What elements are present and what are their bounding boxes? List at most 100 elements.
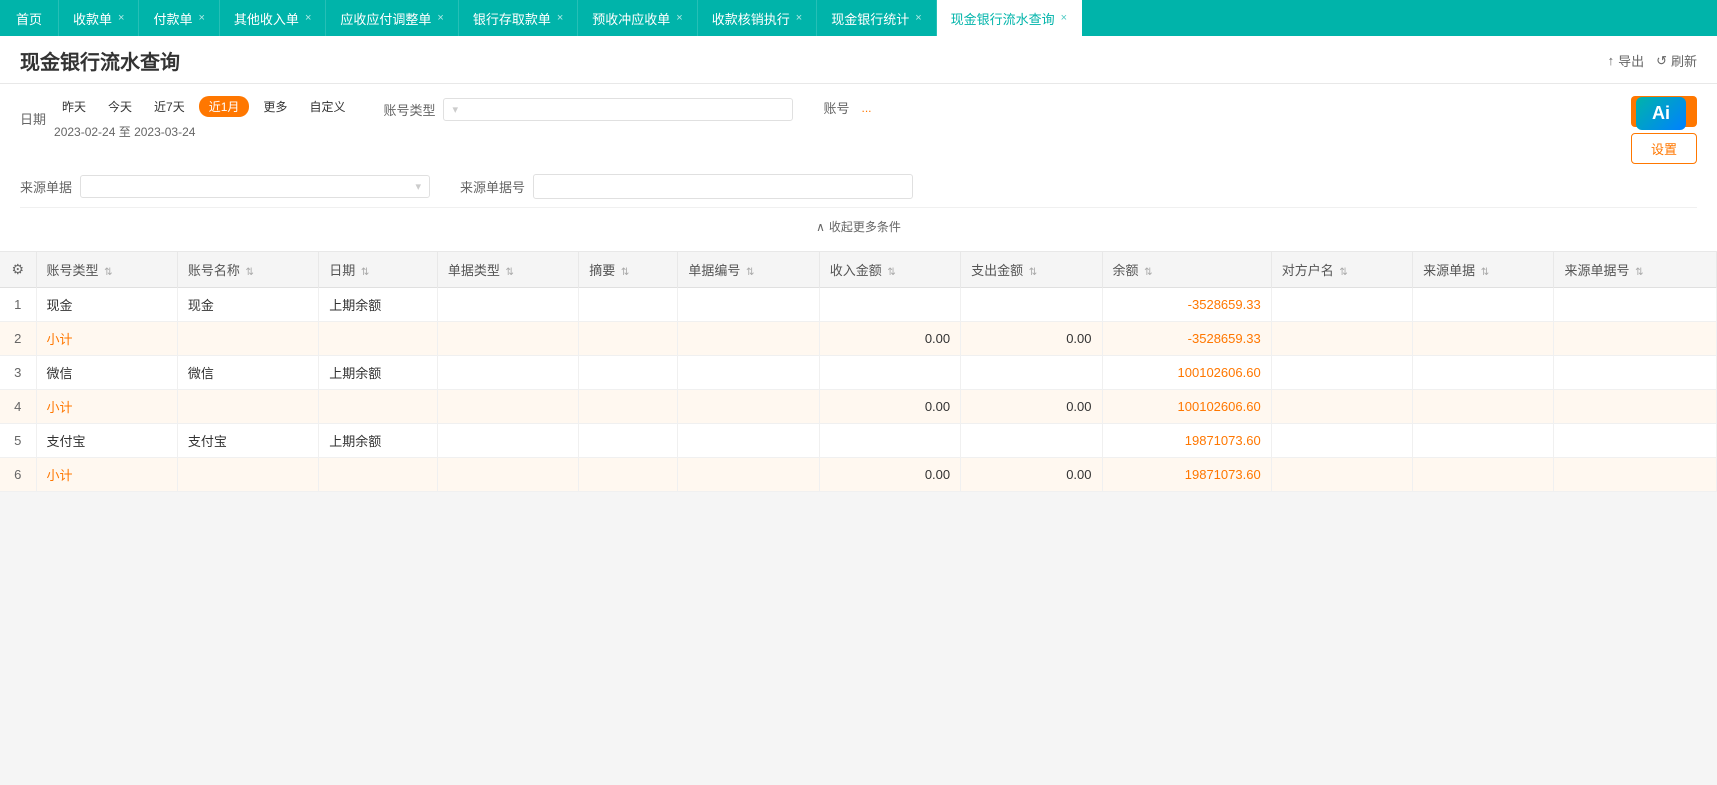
col-counterparty-label: 对方户名 xyxy=(1282,263,1334,278)
source-doc-filter: 来源单据 ▾ xyxy=(20,175,430,198)
nav-tab-yingshoutiaozheng[interactable]: 应收应付调整单 × xyxy=(326,0,458,36)
col-doc-no[interactable]: 单据编号 ⇅ xyxy=(678,252,819,288)
col-source-doc-no[interactable]: 来源单据号 ⇅ xyxy=(1554,252,1717,288)
cell-source-doc-no xyxy=(1554,322,1717,356)
gear-icon[interactable]: ⚙ xyxy=(11,261,24,277)
date-filter-group: 日期 昨天 今天 近7天 近1月 更多 自定义 2023-02-24 至 202… xyxy=(20,96,353,140)
chevron-down-icon: ▾ xyxy=(452,103,458,116)
cell-source-doc xyxy=(1413,356,1554,390)
export-button[interactable]: ↑ 导出 xyxy=(1608,51,1645,70)
date-btn-1month[interactable]: 近1月 xyxy=(199,96,250,117)
col-source-doc[interactable]: 来源单据 ⇅ xyxy=(1413,252,1554,288)
cell-source-doc xyxy=(1413,458,1554,492)
source-doc-no-filter: 来源单据号 xyxy=(460,174,913,199)
col-income[interactable]: 收入金额 ⇅ xyxy=(819,252,960,288)
nav-tab-qitashouru[interactable]: 其他收入单 × xyxy=(220,0,326,36)
cell-doc-no xyxy=(678,322,819,356)
col-balance[interactable]: 余额 ⇅ xyxy=(1102,252,1271,288)
cell-expense: 0.00 xyxy=(961,458,1102,492)
cell-account-type: 小计 xyxy=(36,322,177,356)
col-doc-type[interactable]: 单据类型 ⇅ xyxy=(437,252,578,288)
collapse-button[interactable]: ∧ 收起更多条件 xyxy=(20,214,1697,239)
cell-source-doc xyxy=(1413,288,1554,322)
close-icon[interactable]: × xyxy=(557,12,563,24)
close-icon[interactable]: × xyxy=(198,12,204,24)
cell-expense: 0.00 xyxy=(961,322,1102,356)
cell-expense: 0.00 xyxy=(961,390,1102,424)
date-btn-today[interactable]: 今天 xyxy=(100,96,140,117)
account-filter: 账号 ... xyxy=(823,98,875,117)
cell-source-doc-no xyxy=(1554,458,1717,492)
cell-account-type: 小计 xyxy=(36,390,177,424)
nav-tab-xianjintongji[interactable]: 现金银行统计 × xyxy=(817,0,936,36)
sort-icon: ⇅ xyxy=(1339,267,1347,278)
close-icon[interactable]: × xyxy=(118,12,124,24)
close-icon[interactable]: × xyxy=(796,12,802,24)
account-type-select[interactable]: ▾ xyxy=(443,98,793,121)
close-icon[interactable]: × xyxy=(437,12,443,24)
cell-doc-type xyxy=(437,356,578,390)
col-source-doc-no-label: 来源单据号 xyxy=(1564,263,1629,278)
nav-tab-yinhangcunkuan[interactable]: 银行存取款单 × xyxy=(459,0,578,36)
export-icon: ↑ xyxy=(1608,53,1615,68)
collapse-icon: ∧ xyxy=(816,220,825,234)
date-btn-custom[interactable]: 自定义 xyxy=(301,96,353,117)
data-table: ⚙ 账号类型 ⇅ 账号名称 ⇅ 日期 ⇅ 单据类型 ⇅ xyxy=(0,252,1717,492)
cell-income: 0.00 xyxy=(819,458,960,492)
cell-expense xyxy=(961,288,1102,322)
cell-account-name xyxy=(177,390,318,424)
date-label: 日期 xyxy=(20,109,46,128)
col-date[interactable]: 日期 ⇅ xyxy=(319,252,438,288)
cell-date xyxy=(319,322,438,356)
cell-account-name xyxy=(177,458,318,492)
nav-tab-yushou[interactable]: 预收冲应收单 × xyxy=(578,0,697,36)
nav-tab-fukuandan[interactable]: 付款单 × xyxy=(139,0,219,36)
sort-icon: ⇅ xyxy=(361,267,369,278)
source-doc-no-input[interactable] xyxy=(533,174,913,199)
nav-tab-shoukuandan[interactable]: 收款单 × xyxy=(59,0,139,36)
cell-expense xyxy=(961,356,1102,390)
col-account-type-label: 账号类型 xyxy=(47,263,99,278)
col-account-name-label: 账号名称 xyxy=(188,263,240,278)
close-icon[interactable]: × xyxy=(1061,12,1067,24)
cell-doc-no xyxy=(678,356,819,390)
cell-income xyxy=(819,424,960,458)
nav-tab-shoukuanzhixing[interactable]: 收款核销执行 × xyxy=(698,0,817,36)
account-more-btn[interactable]: ... xyxy=(857,99,875,117)
cell-index: 5 xyxy=(0,424,36,458)
table-row: 4 小计 0.00 0.00 100102606.60 xyxy=(0,390,1717,424)
table-row: 2 小计 0.00 0.00 -3528659.33 xyxy=(0,322,1717,356)
col-summary-label: 摘要 xyxy=(589,263,615,278)
cell-doc-no xyxy=(678,424,819,458)
close-icon[interactable]: × xyxy=(305,12,311,24)
close-icon[interactable]: × xyxy=(915,12,921,24)
cell-account-type: 小计 xyxy=(36,458,177,492)
table-container: ⚙ 账号类型 ⇅ 账号名称 ⇅ 日期 ⇅ 单据类型 ⇅ xyxy=(0,252,1717,492)
ai-badge[interactable]: Ai xyxy=(1636,97,1686,130)
cell-index: 6 xyxy=(0,458,36,492)
col-expense[interactable]: 支出金额 ⇅ xyxy=(961,252,1102,288)
col-gear[interactable]: ⚙ xyxy=(0,252,36,288)
settings-button[interactable]: 设置 xyxy=(1631,133,1697,164)
cell-account-name: 微信 xyxy=(177,356,318,390)
date-btn-yesterday[interactable]: 昨天 xyxy=(54,96,94,117)
cell-index: 1 xyxy=(0,288,36,322)
cell-income xyxy=(819,356,960,390)
cell-doc-type xyxy=(437,424,578,458)
nav-tab-liushui[interactable]: 现金银行流水查询 × xyxy=(937,0,1082,36)
sort-icon: ⇅ xyxy=(506,267,514,278)
col-account-name[interactable]: 账号名称 ⇅ xyxy=(177,252,318,288)
date-btn-7days[interactable]: 近7天 xyxy=(146,96,193,117)
col-account-type[interactable]: 账号类型 ⇅ xyxy=(36,252,177,288)
cell-source-doc xyxy=(1413,322,1554,356)
col-counterparty[interactable]: 对方户名 ⇅ xyxy=(1271,252,1412,288)
col-summary[interactable]: 摘要 ⇅ xyxy=(579,252,678,288)
nav-home[interactable]: 首页 xyxy=(0,0,59,36)
source-doc-select[interactable]: ▾ xyxy=(80,175,430,198)
refresh-button[interactable]: ↺ 刷新 xyxy=(1656,51,1697,70)
cell-date xyxy=(319,458,438,492)
cell-account-name xyxy=(177,322,318,356)
date-btn-more[interactable]: 更多 xyxy=(255,96,295,117)
close-icon[interactable]: × xyxy=(676,12,682,24)
header-actions: ↑ 导出 ↺ 刷新 xyxy=(1608,51,1697,70)
